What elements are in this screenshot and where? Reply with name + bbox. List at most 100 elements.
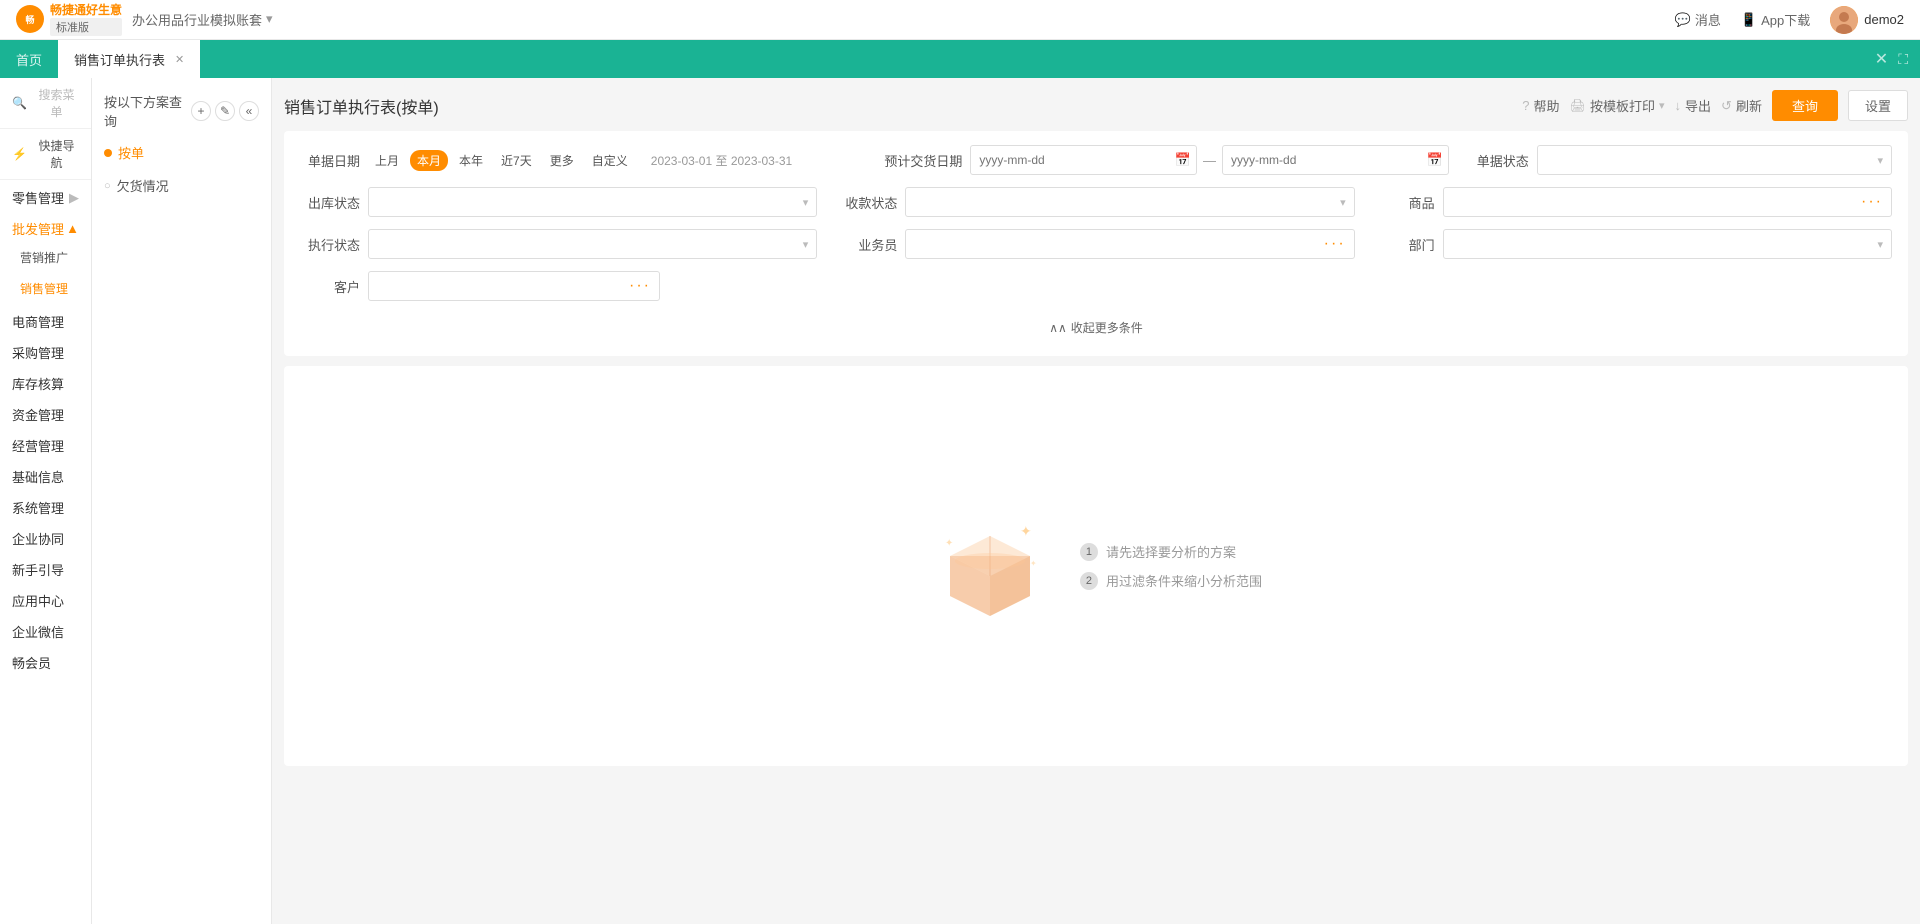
product-more-icon: ···: [1861, 193, 1883, 211]
sidebar-item-search[interactable]: 🔍 搜索菜单: [0, 78, 91, 129]
date-from-wrap: 📅: [970, 145, 1197, 175]
top-header: 畅 畅捷通好生意 标准版 办公用品行业模拟账套 ▾ 💬 消息 📱 App下载: [0, 0, 1920, 40]
empty-tip-1: 1 请先选择要分析的方案: [1080, 542, 1262, 561]
sidebar-group-app[interactable]: 应用中心: [0, 583, 91, 614]
app-download-btn[interactable]: 📱 App下载: [1741, 10, 1810, 29]
sidebar: 🔍 搜索菜单 ⚡ 快捷导航 零售管理 ▶ 批发管理 ▲ 营销推广 销售管理 电商…: [0, 78, 92, 924]
filter-panel: 单据日期 上月 本月 本年 近7天 更多 自定义 2023-03-01 至 20…: [284, 131, 1908, 356]
empty-box-svg: ✦ ✦ ✦: [930, 506, 1050, 626]
query-button[interactable]: 查询: [1772, 90, 1838, 121]
filter-dept: 部门 ▾: [1375, 229, 1892, 259]
date-from-input[interactable]: [970, 145, 1197, 175]
sidebar-sub-marketing[interactable]: 营销推广: [0, 242, 91, 273]
filter-expected-date: 预计交货日期 📅 — 📅: [884, 145, 1448, 175]
breadcrumb[interactable]: 办公用品行业模拟账套 ▾: [132, 10, 273, 29]
sidebar-group-purchase[interactable]: 采购管理: [0, 335, 91, 366]
svg-text:✦: ✦: [1020, 523, 1032, 539]
customer-more-icon: ···: [629, 277, 651, 295]
tab-home[interactable]: 首页: [0, 40, 58, 78]
sidebar-group-enterprise[interactable]: 企业协同: [0, 521, 91, 552]
page-title: 销售订单执行表(按单): [284, 94, 439, 118]
exec-status-arrow: ▾: [803, 238, 809, 251]
shortcut-icon: ⚡: [12, 147, 27, 161]
out-status-arrow: ▾: [803, 196, 809, 209]
filter-status-field: 单据状态 ▾: [1469, 145, 1892, 175]
message-btn[interactable]: 💬 消息: [1675, 10, 1721, 29]
filter-out-status: 出库状态 ▾: [300, 187, 817, 217]
date-to-wrap: 📅: [1222, 145, 1449, 175]
tab-expand-icon[interactable]: ⛶: [1898, 51, 1908, 68]
collapse-panel-btn[interactable]: «: [239, 101, 259, 121]
message-icon: 💬: [1675, 12, 1691, 28]
salesperson-select[interactable]: ···: [905, 229, 1354, 259]
logo-text: 畅捷通好生意 标准版: [50, 3, 122, 35]
exec-status-select[interactable]: ▾: [368, 229, 817, 259]
date-range-expected: 📅 — 📅: [970, 145, 1448, 175]
filter-row-1: 单据日期 上月 本月 本年 近7天 更多 自定义 2023-03-01 至 20…: [300, 145, 1892, 175]
shortcut-this-year[interactable]: 本年: [452, 150, 490, 171]
export-btn[interactable]: ↓ 导出: [1675, 96, 1712, 115]
svg-text:✦: ✦: [1030, 559, 1037, 568]
search-icon: 🔍: [12, 96, 27, 110]
edit-icon: ✎: [220, 104, 230, 118]
date-shortcuts: 上月 本月 本年 近7天 更多 自定义: [368, 150, 635, 171]
sidebar-group-newbie[interactable]: 新手引导: [0, 552, 91, 583]
print-arrow-icon: ▾: [1659, 99, 1665, 112]
tab-minimize-icon[interactable]: ✕: [1875, 49, 1888, 69]
tab-sales-order[interactable]: 销售订单执行表 ✕: [58, 40, 200, 78]
empty-illustration: ✦ ✦ ✦: [930, 506, 1050, 626]
filter-row-3: 执行状态 ▾ 业务员 ··· 部门: [300, 229, 1892, 259]
filter-date-field: 单据日期 上月 本月 本年 近7天 更多 自定义 2023-03-01 至 20…: [300, 150, 864, 171]
out-status-select[interactable]: ▾: [368, 187, 817, 217]
refresh-btn[interactable]: ↺ 刷新: [1721, 96, 1762, 115]
sidebar-group-basic[interactable]: 基础信息: [0, 459, 91, 490]
product-select[interactable]: ···: [1443, 187, 1892, 217]
sidebar-group-wechat[interactable]: 企业微信: [0, 614, 91, 645]
avatar: [1830, 6, 1858, 34]
tip-num-2: 2: [1080, 572, 1098, 590]
svg-text:✦: ✦: [945, 538, 953, 549]
sidebar-group-operation[interactable]: 经营管理: [0, 428, 91, 459]
receipt-status-select[interactable]: ▾: [905, 187, 1354, 217]
shortcut-this-month[interactable]: 本月: [410, 150, 448, 171]
left-panel-item-credit[interactable]: ○ 欠货情况: [92, 169, 271, 202]
tab-close-icon[interactable]: ✕: [175, 53, 184, 66]
sidebar-group-system[interactable]: 系统管理: [0, 490, 91, 521]
date-to-input[interactable]: [1222, 145, 1449, 175]
status-select[interactable]: ▾: [1537, 145, 1892, 175]
shortcut-7days[interactable]: 近7天: [494, 150, 539, 171]
shortcut-more[interactable]: 更多: [543, 150, 581, 171]
sidebar-group-retail[interactable]: 零售管理 ▶: [0, 180, 91, 211]
filter-customer: 客户 ···: [300, 271, 660, 301]
sidebar-item-shortcut[interactable]: ⚡ 快捷导航: [0, 129, 91, 180]
add-scheme-btn[interactable]: +: [191, 101, 211, 121]
left-panel-actions: + ✎ «: [191, 101, 259, 121]
left-panel: 按以下方案查询 + ✎ « 按单 ○: [92, 78, 272, 924]
user-area[interactable]: demo2: [1830, 6, 1904, 34]
dept-select[interactable]: ▾: [1443, 229, 1892, 259]
filter-product: 商品 ···: [1375, 187, 1892, 217]
sidebar-sub-sales[interactable]: 销售管理: [0, 273, 91, 304]
print-icon: 🖨: [1569, 98, 1586, 114]
help-icon: ?: [1522, 98, 1529, 113]
page-header: 销售订单执行表(按单) ? 帮助 🖨 按模板打印 ▾ ↓ 导出: [284, 90, 1908, 121]
filter-salesperson: 业务员 ···: [837, 229, 1354, 259]
help-btn[interactable]: ? 帮助: [1522, 96, 1559, 115]
sidebar-group-inventory[interactable]: 库存核算: [0, 366, 91, 397]
customer-select[interactable]: ···: [368, 271, 660, 301]
settings-button[interactable]: 设置: [1848, 90, 1908, 121]
empty-state: ✦ ✦ ✦ 1 请先选择要分析的方案 2 用过滤条件来缩小分析范围: [284, 366, 1908, 766]
sidebar-group-member[interactable]: 畅会员: [0, 645, 91, 676]
sidebar-group-finance[interactable]: 资金管理: [0, 397, 91, 428]
edit-scheme-btn[interactable]: ✎: [215, 101, 235, 121]
print-btn[interactable]: 🖨 按模板打印 ▾: [1569, 96, 1664, 115]
header-left: 畅 畅捷通好生意 标准版 办公用品行业模拟账套 ▾: [16, 3, 273, 35]
left-panel-item-by-order[interactable]: 按单: [92, 136, 271, 169]
sidebar-group-ecom[interactable]: 电商管理: [0, 304, 91, 335]
collapse-bar[interactable]: ∧∧ 收起更多条件: [300, 313, 1892, 342]
salesperson-more-icon: ···: [1324, 235, 1346, 253]
shortcut-custom[interactable]: 自定义: [585, 150, 635, 171]
chevron-right-icon: ▶: [69, 190, 79, 206]
shortcut-last-month[interactable]: 上月: [368, 150, 406, 171]
sidebar-group-wholesale[interactable]: 批发管理 ▲: [0, 211, 91, 242]
